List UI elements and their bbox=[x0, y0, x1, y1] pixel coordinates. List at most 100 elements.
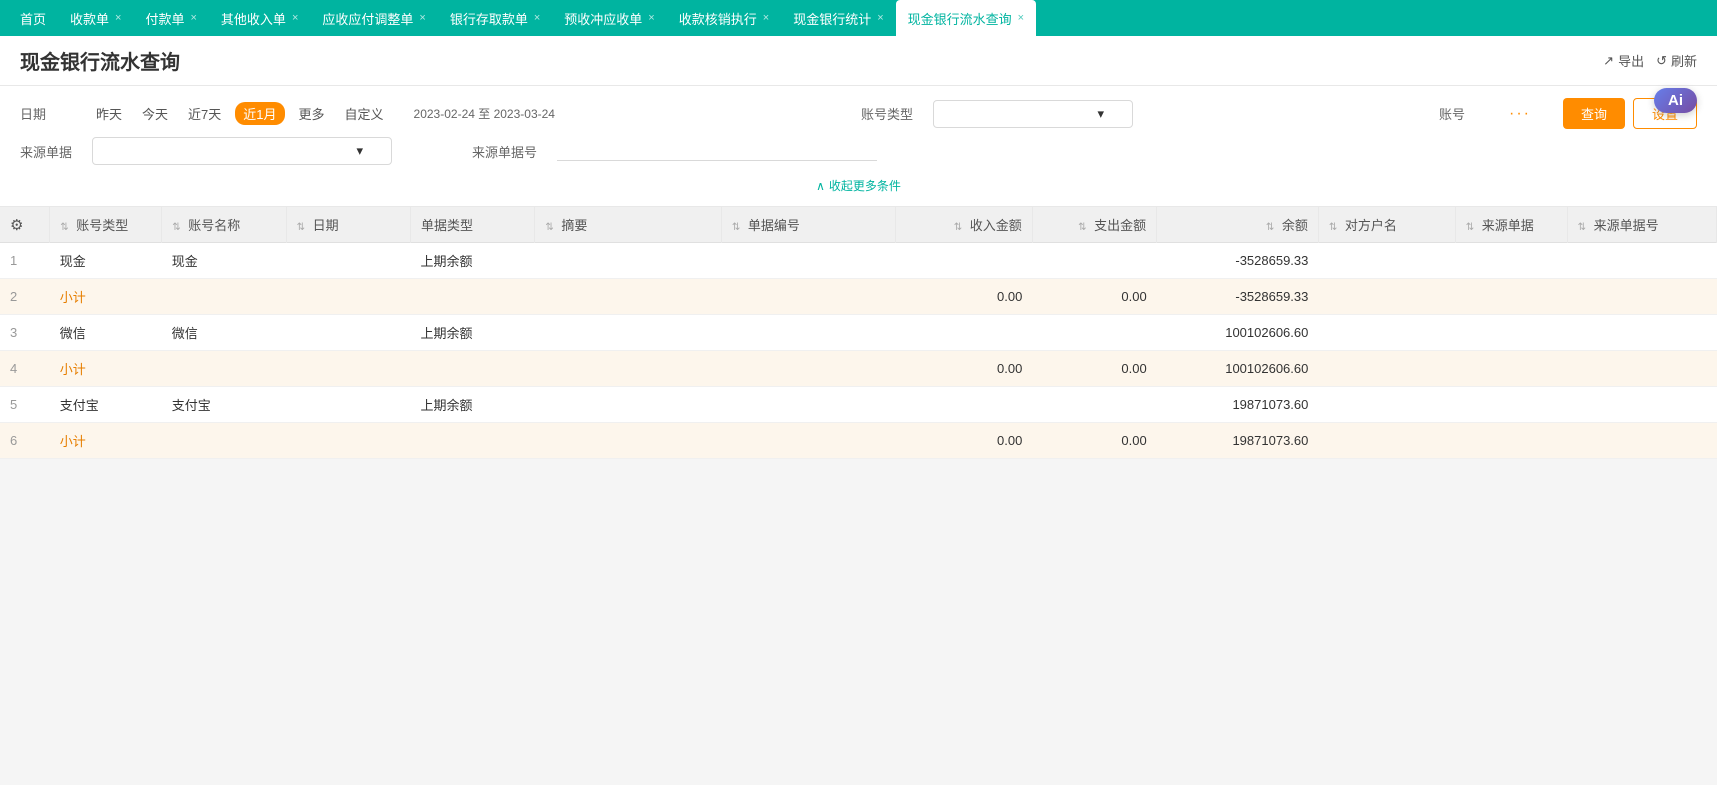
query-button[interactable]: 查询 bbox=[1563, 98, 1625, 129]
cell-source-doc bbox=[1455, 423, 1567, 459]
cell-account-type: 现金 bbox=[50, 243, 162, 279]
sort-icon: ⇅ bbox=[1466, 222, 1474, 233]
cell-source-doc bbox=[1455, 387, 1567, 423]
col-header-date[interactable]: ⇅ 日期 bbox=[286, 207, 410, 243]
nav-other-income-close[interactable]: × bbox=[292, 12, 298, 24]
nav-collection[interactable]: 收款核销执行 × bbox=[667, 0, 781, 36]
col-header-counterparty[interactable]: ⇅ 对方户名 bbox=[1318, 207, 1455, 243]
cell-account-name bbox=[162, 351, 286, 387]
cell-income: 0.00 bbox=[896, 279, 1033, 315]
cell-income bbox=[896, 315, 1033, 351]
cell-num: 6 bbox=[0, 423, 50, 459]
date-today[interactable]: 今天 bbox=[136, 102, 174, 125]
col-header-gear[interactable]: ⚙ bbox=[0, 207, 50, 243]
nav-cash-flow[interactable]: 现金银行流水查询 × bbox=[896, 0, 1036, 36]
cell-date bbox=[286, 315, 410, 351]
gear-icon[interactable]: ⚙ bbox=[10, 217, 23, 234]
cell-num: 3 bbox=[0, 315, 50, 351]
cell-expense bbox=[1032, 315, 1156, 351]
date-7days[interactable]: 近7天 bbox=[182, 102, 227, 125]
nav-cash-stats[interactable]: 现金银行统计 × bbox=[781, 0, 895, 36]
nav-adjustment-close[interactable]: × bbox=[419, 12, 425, 24]
col-header-expense[interactable]: ⇅ 支出金额 bbox=[1032, 207, 1156, 243]
cell-expense bbox=[1032, 387, 1156, 423]
nav-bank-deposit[interactable]: 银行存取款单 × bbox=[438, 0, 552, 36]
date-options: 昨天 今天 近7天 近1月 更多 自定义 bbox=[90, 102, 390, 125]
nav-cash-flow-close[interactable]: × bbox=[1018, 12, 1024, 24]
col-header-account-name[interactable]: ⇅ 账号名称 bbox=[162, 207, 286, 243]
ai-badge[interactable]: Ai bbox=[1654, 88, 1697, 113]
nav-collection-close[interactable]: × bbox=[763, 12, 769, 24]
table-row: 5 支付宝 支付宝 上期余额 19871073.60 bbox=[0, 387, 1717, 423]
source-doc-chevron: ▾ bbox=[356, 143, 363, 159]
col-header-account-type[interactable]: ⇅ 账号类型 bbox=[50, 207, 162, 243]
date-custom[interactable]: 自定义 bbox=[339, 102, 390, 125]
sort-icon: ⇅ bbox=[954, 222, 962, 233]
cell-num: 1 bbox=[0, 243, 50, 279]
col-header-balance[interactable]: ⇅ 余额 bbox=[1157, 207, 1319, 243]
nav-prepay-close[interactable]: × bbox=[648, 12, 654, 24]
nav-receipt-close[interactable]: × bbox=[115, 12, 121, 24]
nav-home[interactable]: 首页 bbox=[8, 0, 58, 36]
cell-account-type: 微信 bbox=[50, 315, 162, 351]
date-1month[interactable]: 近1月 bbox=[235, 102, 284, 125]
cell-counterparty bbox=[1318, 387, 1455, 423]
nav-bank-deposit-close[interactable]: × bbox=[534, 12, 540, 24]
date-more[interactable]: 更多 bbox=[293, 102, 331, 125]
cell-counterparty bbox=[1318, 315, 1455, 351]
nav-prepay[interactable]: 预收冲应收单 × bbox=[552, 0, 666, 36]
nav-receipt[interactable]: 收款单 × bbox=[58, 0, 133, 36]
table-container: ⚙ ⇅ 账号类型 ⇅ 账号名称 ⇅ 日期 单据类型 ⇅ bbox=[0, 207, 1717, 459]
cell-account-name: 现金 bbox=[162, 243, 286, 279]
nav-payment-close[interactable]: × bbox=[190, 12, 196, 24]
nav-adjustment[interactable]: 应收应付调整单 × bbox=[310, 0, 437, 36]
nav-cash-stats-close[interactable]: × bbox=[877, 12, 883, 24]
nav-other-income[interactable]: 其他收入单 × bbox=[209, 0, 310, 36]
account-dots-button[interactable]: ··· bbox=[1509, 105, 1531, 123]
cell-summary bbox=[535, 315, 722, 351]
cell-account-name: 微信 bbox=[162, 315, 286, 351]
cell-num: 4 bbox=[0, 351, 50, 387]
cell-balance: 100102606.60 bbox=[1157, 351, 1319, 387]
cell-counterparty bbox=[1318, 279, 1455, 315]
col-header-voucher-type: 单据类型 bbox=[410, 207, 534, 243]
source-doc-select[interactable]: ▾ bbox=[92, 137, 392, 165]
cell-summary bbox=[535, 351, 722, 387]
cell-source-doc-no bbox=[1567, 315, 1716, 351]
col-header-summary[interactable]: ⇅ 摘要 bbox=[535, 207, 722, 243]
cell-source-doc-no bbox=[1567, 423, 1716, 459]
cell-income: 0.00 bbox=[896, 423, 1033, 459]
export-icon: ↗ bbox=[1603, 53, 1614, 69]
col-header-source-doc-no[interactable]: ⇅ 来源单据号 bbox=[1567, 207, 1716, 243]
date-filter-label: 日期 bbox=[20, 104, 70, 123]
cell-source-doc-no bbox=[1567, 351, 1716, 387]
top-navigation: 首页 收款单 × 付款单 × 其他收入单 × 应收应付调整单 × 银行存取款单 … bbox=[0, 0, 1717, 36]
collapse-bar[interactable]: ∧ 收起更多条件 bbox=[20, 173, 1697, 194]
sort-icon: ⇅ bbox=[1266, 222, 1274, 233]
cell-date bbox=[286, 423, 410, 459]
export-button[interactable]: ↗ 导出 bbox=[1603, 51, 1644, 70]
account-type-select[interactable]: ▾ bbox=[933, 100, 1133, 128]
cell-voucher-no bbox=[721, 315, 895, 351]
cell-voucher-type bbox=[410, 279, 534, 315]
table-row: 3 微信 微信 上期余额 100102606.60 bbox=[0, 315, 1717, 351]
col-header-income[interactable]: ⇅ 收入金额 bbox=[896, 207, 1033, 243]
cell-account-name bbox=[162, 423, 286, 459]
sort-icon: ⇅ bbox=[732, 222, 740, 233]
cell-source-doc-no bbox=[1567, 279, 1716, 315]
nav-payment[interactable]: 付款单 × bbox=[133, 0, 208, 36]
date-yesterday[interactable]: 昨天 bbox=[90, 102, 128, 125]
account-type-chevron: ▾ bbox=[1097, 106, 1104, 122]
cell-balance: -3528659.33 bbox=[1157, 243, 1319, 279]
refresh-button[interactable]: ↺ 刷新 bbox=[1656, 51, 1697, 70]
cell-voucher-no bbox=[721, 351, 895, 387]
cell-account-type: 小计 bbox=[50, 351, 162, 387]
source-doc-no-input[interactable] bbox=[557, 141, 877, 161]
col-header-voucher-no[interactable]: ⇅ 单据编号 bbox=[721, 207, 895, 243]
cell-account-type: 小计 bbox=[50, 423, 162, 459]
col-header-source-doc[interactable]: ⇅ 来源单据 bbox=[1455, 207, 1567, 243]
cell-num: 2 bbox=[0, 279, 50, 315]
cell-expense bbox=[1032, 243, 1156, 279]
cell-source-doc-no bbox=[1567, 243, 1716, 279]
cell-num: 5 bbox=[0, 387, 50, 423]
